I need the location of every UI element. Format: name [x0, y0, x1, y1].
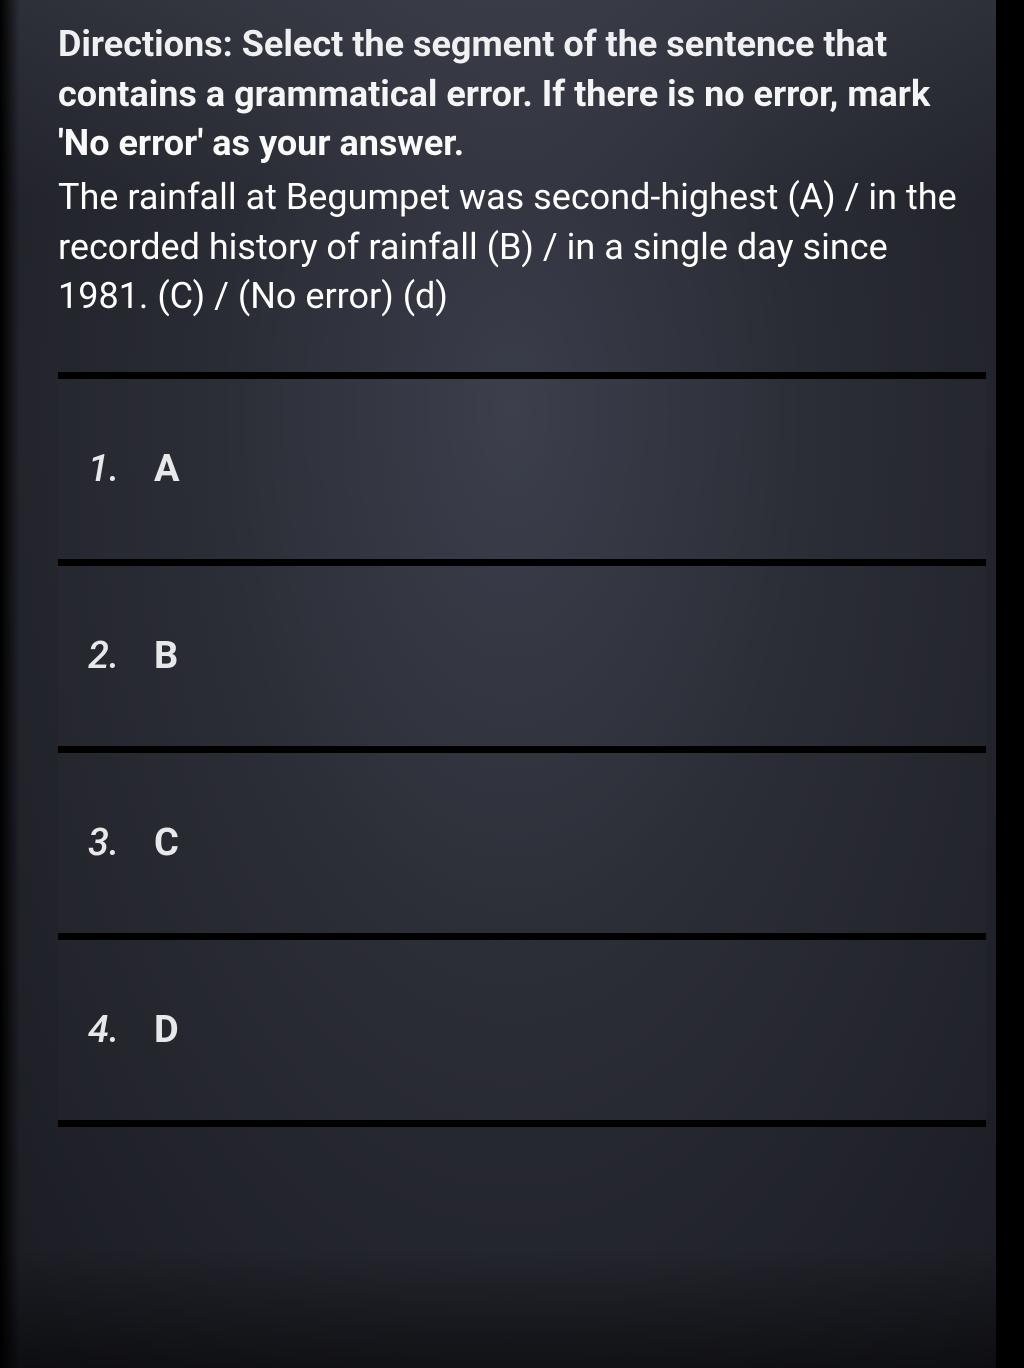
- option-divider: [58, 559, 986, 566]
- option-b[interactable]: 2. B: [58, 566, 986, 746]
- right-bezel: [996, 0, 1024, 1368]
- option-number: 4.: [88, 1008, 128, 1052]
- left-edge-shadow: [0, 0, 20, 1368]
- option-number: 1.: [88, 447, 128, 491]
- option-number: 3.: [88, 821, 128, 865]
- option-number: 2.: [88, 634, 128, 678]
- option-label: B: [154, 634, 178, 678]
- option-label: A: [154, 447, 180, 491]
- option-label: C: [154, 821, 179, 865]
- option-divider: [58, 372, 986, 379]
- quiz-screen: Directions: Select the segment of the se…: [0, 0, 1024, 1368]
- option-a[interactable]: 1. A: [58, 379, 986, 559]
- option-divider: [58, 1120, 986, 1127]
- question-sentence: The rainfall at Begumpet was second-high…: [58, 173, 986, 322]
- options-list: 1. A 2. B 3. C 4. D: [58, 372, 986, 1348]
- question-block: Directions: Select the segment of the se…: [58, 20, 986, 372]
- question-directions: Directions: Select the segment of the se…: [58, 23, 930, 164]
- option-divider: [58, 746, 986, 753]
- option-label: D: [154, 1008, 179, 1052]
- option-c[interactable]: 3. C: [58, 753, 986, 933]
- option-divider: [58, 933, 986, 940]
- option-d[interactable]: 4. D: [58, 940, 986, 1120]
